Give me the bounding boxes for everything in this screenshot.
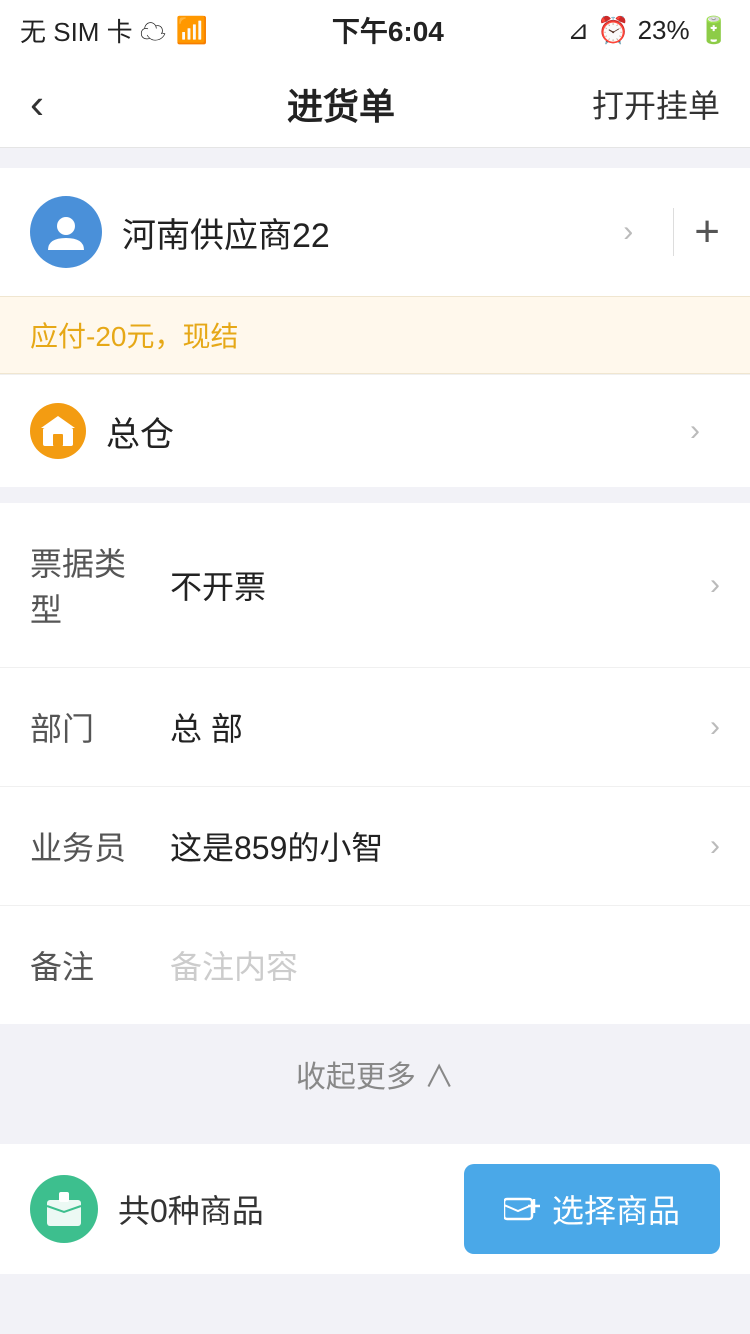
notice-bar: 应付-20元，现结 [0,296,750,374]
form-value-department: 总 部 [170,704,710,750]
form-label-invoice: 票据类型 [30,539,150,631]
warehouse-name: 总仓 [106,407,690,456]
form-chevron-invoice: › [710,568,720,602]
back-button[interactable]: ‹ [30,80,90,128]
form-chevron-salesperson: › [710,829,720,863]
supplier-add-button[interactable]: + [694,210,720,254]
status-bar: 无 SIM 卡 ☁ 📶 下午6:04 ⊿ ⏰ 23% 🔋 [0,0,750,60]
supplier-avatar [30,196,102,268]
form-value-invoice: 不开票 [170,562,710,608]
form-value-remark[interactable]: 备注内容 [170,942,720,988]
open-pending-button[interactable]: 打开挂单 [592,81,720,127]
form-label-department: 部门 [30,704,150,750]
collapse-bar[interactable]: 收起更多 ∧ [0,1024,750,1124]
no-sim-text: 无 SIM 卡 ☁ [20,12,166,49]
status-left: 无 SIM 卡 ☁ 📶 [20,12,208,49]
battery-text: 23% [638,15,690,46]
form-label-salesperson: 业务员 [30,823,150,869]
form-row-invoice[interactable]: 票据类型 不开票 › [0,503,750,668]
form-row-department[interactable]: 部门 总 部 › [0,668,750,787]
wifi-icon: 📶 [176,15,208,46]
form-row-salesperson[interactable]: 业务员 这是859的小智 › [0,787,750,906]
supplier-name: 河南供应商22 [122,208,623,257]
supplier-divider [673,208,674,256]
form-chevron-department: › [710,710,720,744]
warehouse-icon [30,403,86,459]
status-right: ⊿ ⏰ 23% 🔋 [567,15,730,46]
alarm-icon: ⏰ [597,15,629,46]
page-title: 进货单 [287,78,395,130]
warehouse-chevron-icon: › [690,414,700,448]
location-icon: ⊿ [567,15,589,46]
select-product-button[interactable]: 选择商品 [464,1164,720,1254]
product-bar: 共0种商品 选择商品 [0,1144,750,1274]
form-row-remark[interactable]: 备注 备注内容 [0,906,750,1024]
select-product-label: 选择商品 [552,1186,680,1232]
battery-icon: 🔋 [698,15,730,46]
product-icon [30,1175,98,1243]
section-gap-1 [0,148,750,168]
nav-bar: ‹ 进货单 打开挂单 [0,60,750,148]
product-count: 共0种商品 [118,1186,464,1232]
supplier-section: 河南供应商22 › + 应付-20元，现结 总仓 › [0,168,750,487]
supplier-row[interactable]: 河南供应商22 › + [0,168,750,296]
warehouse-row[interactable]: 总仓 › [0,374,750,487]
status-time: 下午6:04 [332,10,444,50]
form-section: 票据类型 不开票 › 部门 总 部 › 业务员 这是859的小智 › 备注 备注… [0,503,750,1024]
supplier-chevron-icon: › [623,215,633,249]
section-gap-2 [0,1124,750,1144]
form-label-remark: 备注 [30,942,150,988]
form-value-salesperson: 这是859的小智 [170,823,710,869]
